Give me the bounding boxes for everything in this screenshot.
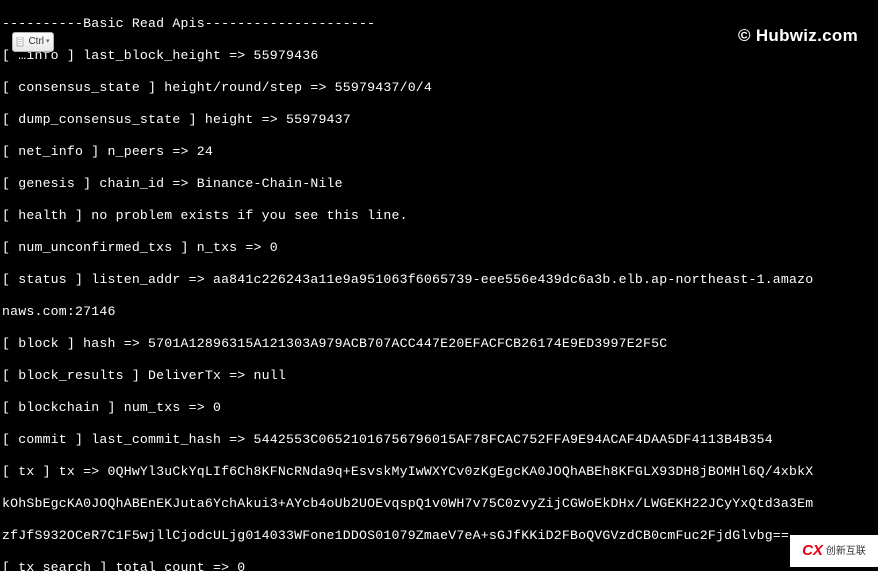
watermark-cx: CX 创新互联 <box>790 535 878 567</box>
api-line-genesis: [ genesis ] chain_id => Binance-Chain-Ni… <box>2 176 876 192</box>
api-line-health: [ health ] no problem exists if you see … <box>2 208 876 224</box>
api-line-tx-cont2: zfJfS932OCeR7C1F5wjllCjodcULjg014033WFon… <box>2 528 876 544</box>
ctrl-key-overlay[interactable]: Ctrl ▾ <box>12 32 54 52</box>
api-line-info: [ …info ] last_block_height => 55979436 <box>2 48 876 64</box>
cx-text-label: 创新互联 <box>826 546 866 557</box>
api-line-block: [ block ] hash => 5701A12896315A121303A9… <box>2 336 876 352</box>
api-line-status-cont: naws.com:27146 <box>2 304 876 320</box>
cx-logo-icon: CX <box>802 545 823 557</box>
terminal-output: ----------Basic Read Apis---------------… <box>0 0 878 571</box>
api-line-blockchain: [ blockchain ] num_txs => 0 <box>2 400 876 416</box>
api-line-dump-consensus-state: [ dump_consensus_state ] height => 55979… <box>2 112 876 128</box>
api-line-tx-search: [ tx_search ] total_count => 0 <box>2 560 876 571</box>
api-line-commit: [ commit ] last_commit_hash => 5442553C0… <box>2 432 876 448</box>
api-line-num-unconfirmed-txs: [ num_unconfirmed_txs ] n_txs => 0 <box>2 240 876 256</box>
api-line-tx-cont1: kOhSbEgcKA0JOQhABEnEKJuta6YchAkui3+AYcb4… <box>2 496 876 512</box>
dropdown-icon: ▾ <box>46 34 50 50</box>
api-line-block-results: [ block_results ] DeliverTx => null <box>2 368 876 384</box>
api-line-net-info: [ net_info ] n_peers => 24 <box>2 144 876 160</box>
api-line-tx: [ tx ] tx => 0QHwYl3uCkYqLIf6Ch8KFNcRNda… <box>2 464 876 480</box>
api-line-status: [ status ] listen_addr => aa841c226243a1… <box>2 272 876 288</box>
ctrl-key-label: Ctrl <box>28 34 44 50</box>
document-icon <box>16 37 26 47</box>
api-line-consensus-state: [ consensus_state ] height/round/step =>… <box>2 80 876 96</box>
watermark-hubwiz: © Hubwiz.com <box>738 28 858 44</box>
